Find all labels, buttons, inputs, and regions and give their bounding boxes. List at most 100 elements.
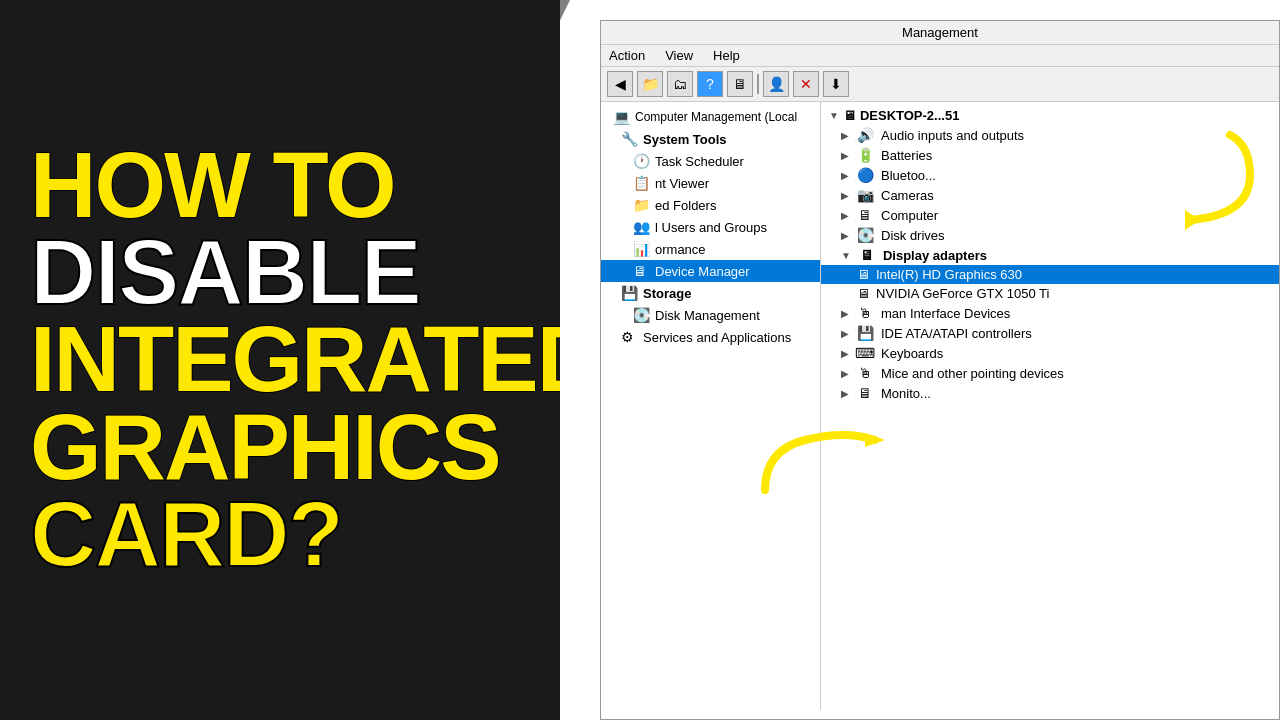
folder-icon[interactable]: 📁 — [637, 71, 663, 97]
device-panel: ▼ 🖥 DESKTOP-2...51 ▶ 🔊 Audio inputs and … — [821, 102, 1279, 710]
toolbar-sep1 — [757, 74, 759, 94]
device-nvidia[interactable]: 🖥 NVIDIA GeForce GTX 1050 Ti — [821, 284, 1279, 303]
tree-services[interactable]: ⚙ Services and Applications — [601, 326, 820, 348]
folder-shared-icon: 📁 — [633, 197, 651, 213]
audio-icon: 🔊 — [855, 127, 875, 143]
battery-icon: 🔋 — [855, 147, 875, 163]
tree-shared-folders[interactable]: 📁 ed Folders — [601, 194, 820, 216]
mice-icon: 🖱 — [855, 365, 875, 381]
computer-root-label: DESKTOP-2...51 — [860, 108, 959, 123]
device-keyboards[interactable]: ▶ ⌨ Keyboards — [821, 343, 1279, 363]
back-button[interactable]: ◀ — [607, 71, 633, 97]
keyboards-label: Keyboards — [881, 346, 943, 361]
tree-task-scheduler[interactable]: 🕐 Task Scheduler — [601, 150, 820, 172]
monitor-icon: 🖥 — [855, 385, 875, 401]
mice-label: Mice and other pointing devices — [881, 366, 1064, 381]
event-viewer-label: nt Viewer — [655, 176, 709, 191]
intel-gpu-icon: 🖥 — [857, 267, 870, 282]
download-button[interactable]: ⬇ — [823, 71, 849, 97]
tree-panel: 💻 Computer Management (Local 🔧 System To… — [601, 102, 821, 710]
device-hid[interactable]: ▶ 🖱 man Interface Devices — [821, 303, 1279, 323]
users-icon: 👥 — [633, 219, 651, 235]
toolbar: ◀ 📁 🗂 ? 🖥 👤 ✕ ⬇ — [601, 67, 1279, 102]
tree-disk-mgmt[interactable]: 💽 Disk Management — [601, 304, 820, 326]
device-computer-root[interactable]: ▼ 🖥 DESKTOP-2...51 — [821, 106, 1279, 125]
scheduler-icon: 🕐 — [633, 153, 651, 169]
batteries-label: Batteries — [881, 148, 932, 163]
device-batteries[interactable]: ▶ 🔋 Batteries — [821, 145, 1279, 165]
title-line5: CARD? — [30, 491, 540, 578]
tools-icon: 🔧 — [621, 131, 639, 147]
view-button[interactable]: 🗂 — [667, 71, 693, 97]
menu-action[interactable]: Action — [609, 48, 645, 63]
storage-label: Storage — [643, 286, 691, 301]
chevron-down-icon: ▼ — [829, 110, 839, 121]
device-mice[interactable]: ▶ 🖱 Mice and other pointing devices — [821, 363, 1279, 383]
hid-icon: 🖱 — [855, 305, 875, 321]
device-monitors[interactable]: ▶ 🖥 Monito... — [821, 383, 1279, 403]
intel-graphics-label: Intel(R) HD Graphics 630 — [876, 267, 1022, 282]
system-tools-label: System Tools — [643, 132, 727, 147]
title-line2: DISABLE — [30, 229, 540, 316]
nvidia-label: NVIDIA GeForce GTX 1050 Ti — [876, 286, 1049, 301]
thumbnail-title: HOW TO DISABLE INTEGRATED GRAPHICS CARD? — [30, 142, 540, 579]
task-scheduler-label: Task Scheduler — [655, 154, 744, 169]
device-bluetooth[interactable]: ▶ 🔵 Bluetoo... — [821, 165, 1279, 185]
menu-bar: Action View Help — [601, 45, 1279, 67]
window-container: Management Action View Help ◀ 📁 🗂 ? 🖥 👤 … — [600, 20, 1280, 720]
disk-icon: 💽 — [855, 227, 875, 243]
device-computer[interactable]: ▶ 🖥 Computer — [821, 205, 1279, 225]
computer-icon: 💻 — [613, 109, 631, 125]
disk-mgmt-label: Disk Management — [655, 308, 760, 323]
main-content: 💻 Computer Management (Local 🔧 System To… — [601, 102, 1279, 710]
monitors-label: Monito... — [881, 386, 931, 401]
performance-label: ormance — [655, 242, 706, 257]
device-audio[interactable]: ▶ 🔊 Audio inputs and outputs — [821, 125, 1279, 145]
device-ide[interactable]: ▶ 💾 IDE ATA/ATAPI controllers — [821, 323, 1279, 343]
tree-root-label: Computer Management (Local — [635, 110, 797, 124]
bluetooth-label: Bluetoo... — [881, 168, 936, 183]
device-manager-label: Device Manager — [655, 264, 750, 279]
computer-root-icon: 🖥 — [843, 108, 856, 123]
tree-device-manager[interactable]: 🖥 Device Manager — [601, 260, 820, 282]
tree-performance[interactable]: 📊 ormance — [601, 238, 820, 260]
tree-system-tools[interactable]: 🔧 System Tools — [601, 128, 820, 150]
monitor-button[interactable]: 🖥 — [727, 71, 753, 97]
screenshot-panel: Management Action View Help ◀ 📁 🗂 ? 🖥 👤 … — [560, 0, 1280, 720]
help-button[interactable]: ? — [697, 71, 723, 97]
local-users-label: l Users and Groups — [655, 220, 767, 235]
services-icon: ⚙ — [621, 329, 639, 345]
storage-icon: 💾 — [621, 285, 639, 301]
disk-mgmt-icon: 💽 — [633, 307, 651, 323]
event-icon: 📋 — [633, 175, 651, 191]
shared-folders-label: ed Folders — [655, 198, 716, 213]
camera-icon: 📷 — [855, 187, 875, 203]
menu-view[interactable]: View — [665, 48, 693, 63]
tree-event-viewer[interactable]: 📋 nt Viewer — [601, 172, 820, 194]
thumbnail-panel: HOW TO DISABLE INTEGRATED GRAPHICS CARD? — [0, 0, 560, 720]
window-title: Management — [601, 21, 1279, 45]
hid-label: man Interface Devices — [881, 306, 1010, 321]
title-line1: HOW TO — [30, 142, 540, 229]
tree-local-users[interactable]: 👥 l Users and Groups — [601, 216, 820, 238]
nvidia-icon: 🖥 — [857, 286, 870, 301]
device-display-adapters[interactable]: ▼ 🖥 Display adapters — [821, 245, 1279, 265]
services-label: Services and Applications — [643, 330, 791, 345]
bluetooth-icon: 🔵 — [855, 167, 875, 183]
tree-root[interactable]: 💻 Computer Management (Local — [601, 106, 820, 128]
device-cameras[interactable]: ▶ 📷 Cameras — [821, 185, 1279, 205]
user-button[interactable]: 👤 — [763, 71, 789, 97]
cameras-label: Cameras — [881, 188, 934, 203]
ide-icon: 💾 — [855, 325, 875, 341]
device-manager-icon: 🖥 — [633, 263, 651, 279]
device-intel-graphics[interactable]: 🖥 Intel(R) HD Graphics 630 — [821, 265, 1279, 284]
performance-icon: 📊 — [633, 241, 651, 257]
device-disk-drives[interactable]: ▶ 💽 Disk drives — [821, 225, 1279, 245]
menu-help[interactable]: Help — [713, 48, 740, 63]
tree-storage[interactable]: 💾 Storage — [601, 282, 820, 304]
comp-icon: 🖥 — [855, 207, 875, 223]
title-line4: GRAPHICS — [30, 404, 540, 491]
display-icon: 🖥 — [857, 247, 877, 263]
disk-drives-label: Disk drives — [881, 228, 945, 243]
remove-button[interactable]: ✕ — [793, 71, 819, 97]
